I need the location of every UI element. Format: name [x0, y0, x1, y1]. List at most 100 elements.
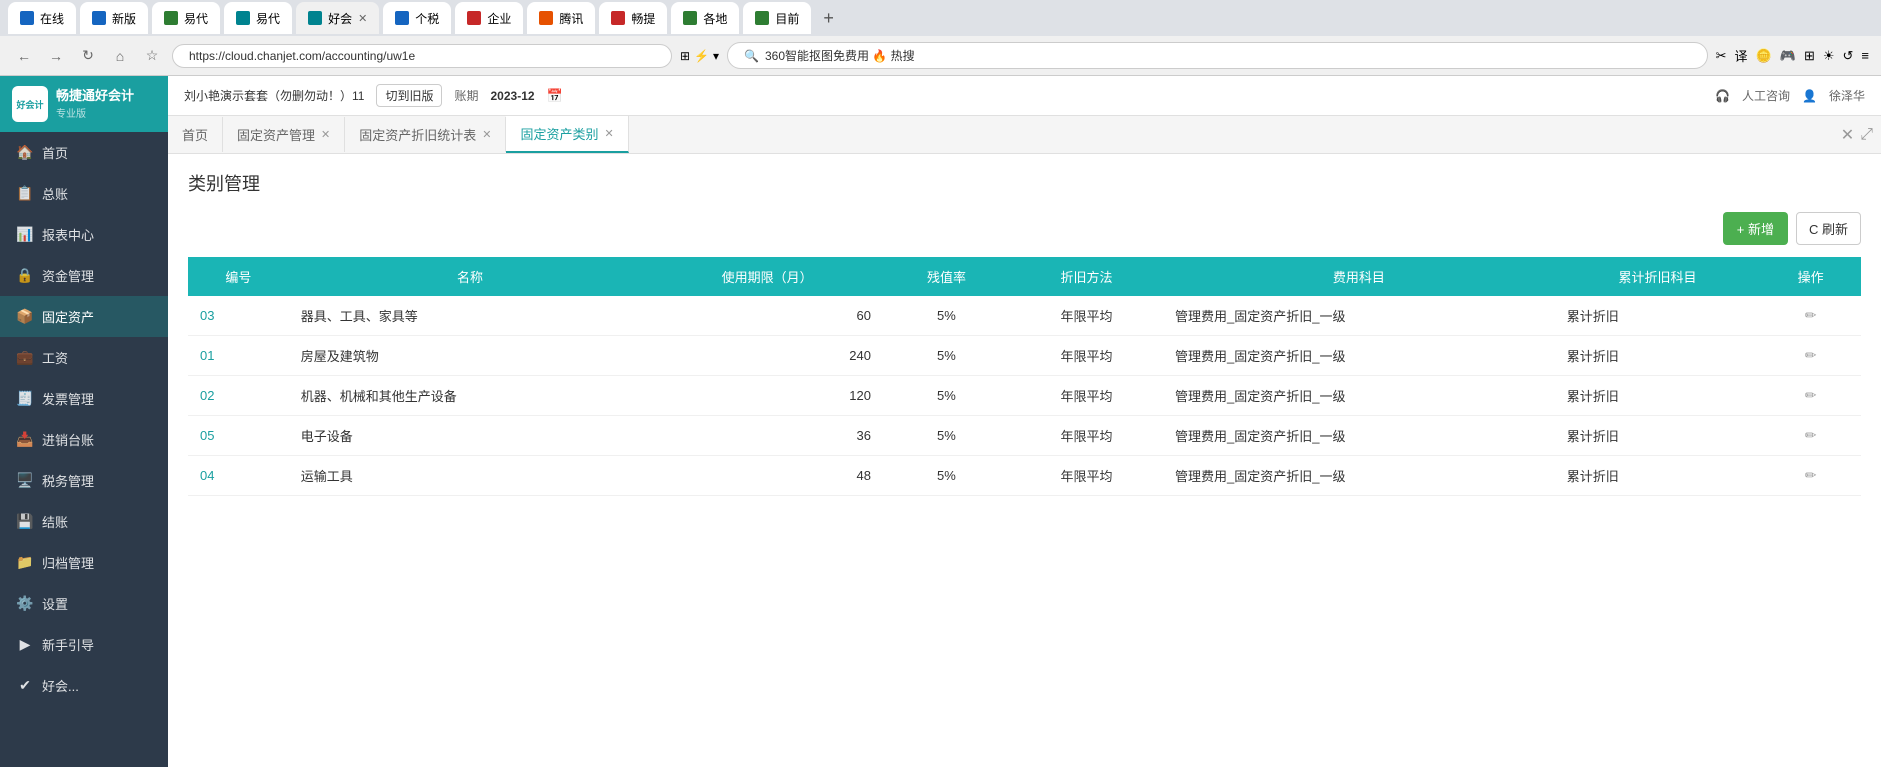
browser-tab-0[interactable]: 在线 — [8, 2, 76, 34]
col-months: 使用期限（月） — [651, 257, 883, 296]
browser-tab-10[interactable]: 目前 — [743, 2, 811, 34]
layout-icon[interactable]: ⊞ — [1804, 48, 1815, 64]
row1-expense: 管理费用_固定资产折旧_一级 — [1163, 336, 1555, 376]
sun-icon[interactable]: ☀ — [1823, 48, 1835, 64]
menu-icon[interactable]: ≡ — [1861, 48, 1869, 63]
undo-icon[interactable]: ↺ — [1843, 48, 1854, 64]
browser-tabs-bar: 在线 新版 易代 易代 好会 ✕ 个税 企业 腾讯 畅提 各地 目前 + — [0, 0, 1881, 36]
row3-edit[interactable]: ✏ — [1760, 416, 1861, 456]
row1-accum: 累计折旧 — [1555, 336, 1760, 376]
page-tab-close-1[interactable]: ✕ — [321, 128, 330, 141]
tab-favicon-3 — [236, 11, 250, 25]
edit-icon-0[interactable]: ✏ — [1805, 307, 1817, 323]
coin-icon[interactable]: 🪙 — [1756, 48, 1772, 64]
browser-tab-3[interactable]: 易代 — [224, 2, 292, 34]
row2-edit[interactable]: ✏ — [1760, 376, 1861, 416]
browser-tab-8[interactable]: 畅提 — [599, 2, 667, 34]
edit-icon-1[interactable]: ✏ — [1805, 347, 1817, 363]
calendar-icon[interactable]: 📅 — [547, 88, 563, 104]
sidebar-item-capital[interactable]: 🔒 资金管理 — [0, 255, 168, 296]
row0-months: 60 — [651, 296, 883, 336]
row1-code[interactable]: 01 — [188, 336, 289, 376]
tab-favicon-9 — [683, 11, 697, 25]
browser-tab-7[interactable]: 腾讯 — [527, 2, 595, 34]
inventory-icon: 📥 — [16, 431, 34, 449]
home-icon: 🏠 — [16, 144, 34, 162]
tab-favicon-7 — [539, 11, 553, 25]
sidebar-item-payroll[interactable]: 💼 工资 — [0, 337, 168, 378]
browser-tab-5[interactable]: 个税 — [383, 2, 451, 34]
row0-edit[interactable]: ✏ — [1760, 296, 1861, 336]
page-tab-depreciation[interactable]: 固定资产折旧统计表 ✕ — [345, 117, 506, 152]
back-btn[interactable]: ← — [12, 44, 36, 68]
tab-label-2: 易代 — [184, 10, 208, 27]
browser-tab-9[interactable]: 各地 — [671, 2, 739, 34]
category-table: 编号 名称 使用期限（月） 残值率 折旧方法 费用科目 累计折旧科目 操作 03… — [188, 257, 1861, 496]
scissors-icon[interactable]: ✂ — [1716, 48, 1727, 64]
page-tab-close-2[interactable]: ✕ — [482, 128, 491, 141]
sidebar-label-reports: 报表中心 — [42, 225, 94, 244]
tab-expand-icon[interactable]: ⤢ — [1860, 126, 1873, 144]
row1-edit[interactable]: ✏ — [1760, 336, 1861, 376]
switch-version-btn[interactable]: 切到旧版 — [376, 84, 442, 107]
browser-tab-1[interactable]: 新版 — [80, 2, 148, 34]
bookmark-btn[interactable]: ☆ — [140, 44, 164, 68]
row2-code[interactable]: 02 — [188, 376, 289, 416]
tab-close-all-icon[interactable]: ✕ — [1841, 125, 1854, 145]
table-row: 02 机器、机械和其他生产设备 120 5% 年限平均 管理费用_固定资产折旧_… — [188, 376, 1861, 416]
page-tab-fixed-mgmt[interactable]: 固定资产管理 ✕ — [223, 117, 345, 152]
row2-months: 120 — [651, 376, 883, 416]
consultant-label[interactable]: 人工咨询 — [1742, 87, 1790, 104]
game-icon[interactable]: 🎮 — [1780, 48, 1796, 64]
table-header: 编号 名称 使用期限（月） 残值率 折旧方法 费用科目 累计折旧科目 操作 — [188, 257, 1861, 296]
col-accum: 累计折旧科目 — [1555, 257, 1760, 296]
row3-code[interactable]: 05 — [188, 416, 289, 456]
col-expense: 费用科目 — [1163, 257, 1555, 296]
tab-label-0: 在线 — [40, 10, 64, 27]
reload-btn[interactable]: ↻ — [76, 44, 100, 68]
sidebar-item-misc[interactable]: ✔ 好会... — [0, 665, 168, 706]
page-tab-home[interactable]: 首页 — [168, 117, 223, 152]
home-btn[interactable]: ⌂ — [108, 44, 132, 68]
tab-favicon-10 — [755, 11, 769, 25]
row3-accum: 累计折旧 — [1555, 416, 1760, 456]
row0-code[interactable]: 03 — [188, 296, 289, 336]
sidebar-item-fixed-assets[interactable]: 📦 固定资产 — [0, 296, 168, 337]
url-input[interactable]: https://cloud.chanjet.com/accounting/uw1… — [172, 44, 672, 68]
forward-btn[interactable]: → — [44, 44, 68, 68]
sidebar-item-tax[interactable]: 🖥️ 税务管理 — [0, 460, 168, 501]
sidebar-item-archive[interactable]: 📁 归档管理 — [0, 542, 168, 583]
edit-icon-4[interactable]: ✏ — [1805, 467, 1817, 483]
browser-tab-close-4[interactable]: ✕ — [358, 12, 367, 25]
edit-icon-2[interactable]: ✏ — [1805, 387, 1817, 403]
table-header-row: 编号 名称 使用期限（月） 残值率 折旧方法 费用科目 累计折旧科目 操作 — [188, 257, 1861, 296]
new-tab-btn[interactable]: + — [823, 8, 834, 29]
page-tab-close-3[interactable]: ✕ — [605, 127, 614, 140]
username-label: 徐泽华 — [1829, 87, 1865, 104]
sidebar-label-settings: 设置 — [42, 594, 68, 613]
browser-tab-2[interactable]: 易代 — [152, 2, 220, 34]
sidebar-item-guide[interactable]: ▶ 新手引导 — [0, 624, 168, 665]
reports-icon: 📊 — [16, 226, 34, 244]
sidebar-item-reports[interactable]: 📊 报表中心 — [0, 214, 168, 255]
sidebar-item-ledger[interactable]: 📋 总账 — [0, 173, 168, 214]
row4-edit[interactable]: ✏ — [1760, 456, 1861, 496]
sidebar-item-invoice[interactable]: 🧾 发票管理 — [0, 378, 168, 419]
chevron-down-icon[interactable]: ▾ — [713, 49, 719, 63]
sidebar-item-settings[interactable]: ⚙️ 设置 — [0, 583, 168, 624]
browser-tab-6[interactable]: 企业 — [455, 2, 523, 34]
sidebar-item-home[interactable]: 🏠 首页 — [0, 132, 168, 173]
edit-icon-3[interactable]: ✏ — [1805, 427, 1817, 443]
browser-tab-4[interactable]: 好会 ✕ — [296, 2, 379, 34]
refresh-btn[interactable]: C 刷新 — [1796, 212, 1861, 245]
page-tab-category[interactable]: 固定资产类别 ✕ — [506, 116, 628, 153]
row0-accum: 累计折旧 — [1555, 296, 1760, 336]
sidebar-item-closing[interactable]: 💾 结账 — [0, 501, 168, 542]
row0-residual: 5% — [883, 296, 1010, 336]
translate-icon[interactable]: 译 — [1735, 46, 1748, 65]
search-bar[interactable]: 🔍 360智能抠图免费用 🔥 热搜 — [727, 42, 1708, 69]
grid-icon: ⊞ — [680, 49, 690, 63]
row4-code[interactable]: 04 — [188, 456, 289, 496]
sidebar-item-inventory[interactable]: 📥 进销台账 — [0, 419, 168, 460]
add-category-btn[interactable]: + 新增 — [1723, 212, 1788, 245]
